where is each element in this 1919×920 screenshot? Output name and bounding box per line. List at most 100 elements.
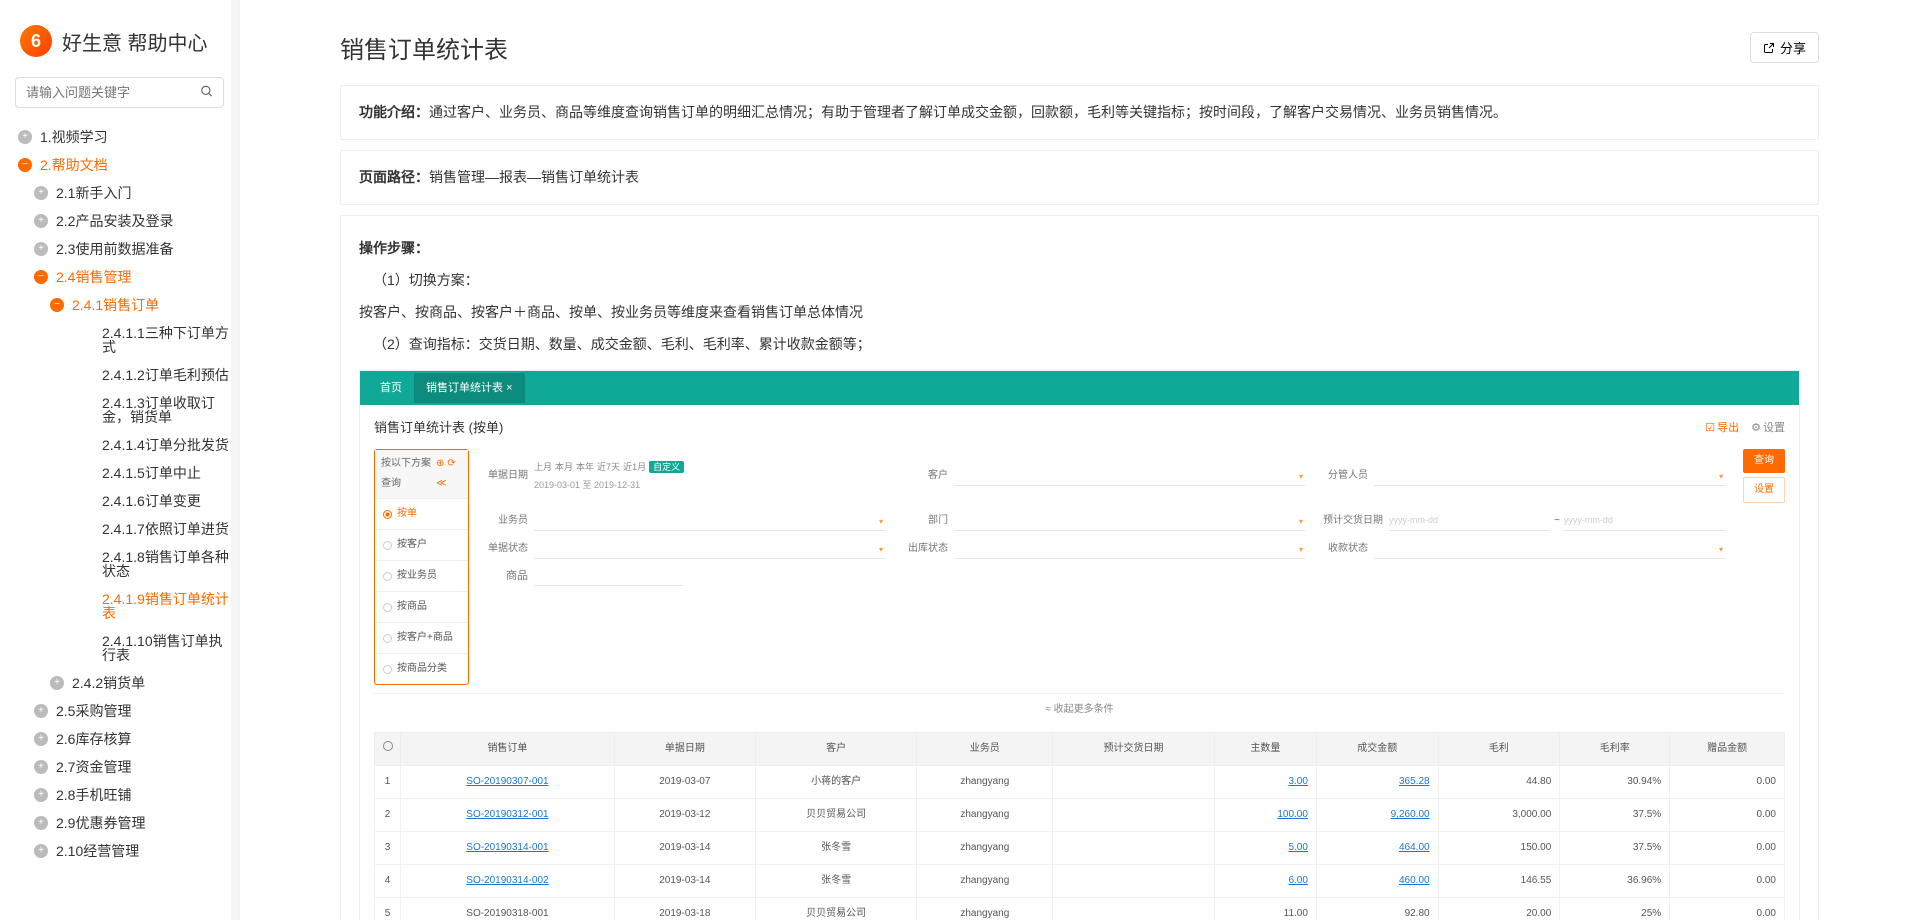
sidebar-item[interactable]: 2.4.1.7依照订单进货 <box>0 515 239 543</box>
cell[interactable]: 460.00 <box>1316 865 1438 898</box>
cell[interactable]: 365.28 <box>1316 766 1438 799</box>
gear-icon[interactable] <box>383 741 393 751</box>
sidebar-item[interactable]: +2.8手机旺铺 <box>0 781 239 809</box>
collapse-icon[interactable]: − <box>50 298 64 312</box>
column-header: 成交金额 <box>1316 733 1438 766</box>
query-button[interactable]: 查询 <box>1743 449 1785 473</box>
input-dept[interactable] <box>954 511 1305 531</box>
sidebar-item[interactable]: 2.4.1.8销售订单各种状态 <box>0 543 239 585</box>
cell[interactable]: 3.00 <box>1214 766 1316 799</box>
collapse-icon[interactable]: − <box>18 158 32 172</box>
radio-icon <box>383 603 392 612</box>
sidebar-item[interactable]: 2.4.1.3订单收取订金，销货单 <box>0 389 239 431</box>
cell: 0.00 <box>1670 799 1785 832</box>
scheme-option[interactable]: 按商品分类 <box>375 653 468 684</box>
order-link[interactable]: SO-20190314-001 <box>401 832 615 865</box>
sidebar-item[interactable]: +2.3使用前数据准备 <box>0 235 239 263</box>
column-header: 赠品金额 <box>1670 733 1785 766</box>
sidebar-item[interactable]: +2.9优惠券管理 <box>0 809 239 837</box>
close-icon[interactable]: × <box>506 382 512 394</box>
expand-icon[interactable]: + <box>34 732 48 746</box>
report-title: 销售订单统计表 (按单) <box>374 415 503 441</box>
order-link[interactable]: SO-20190307-001 <box>401 766 615 799</box>
sidebar-item[interactable]: +2.4.2销货单 <box>0 669 239 697</box>
expand-icon[interactable]: + <box>34 186 48 200</box>
search-icon[interactable] <box>200 84 214 101</box>
input-outstatus[interactable] <box>954 539 1305 559</box>
expand-icon[interactable]: + <box>34 844 48 858</box>
input-billstatus[interactable] <box>534 539 885 559</box>
sidebar-item[interactable]: +2.6库存核算 <box>0 725 239 753</box>
input-goods[interactable] <box>534 566 683 586</box>
radio-icon <box>383 541 392 550</box>
sidebar-item[interactable]: 2.4.1.5订单中止 <box>0 459 239 487</box>
cell[interactable]: 464.00 <box>1316 832 1438 865</box>
setting-button[interactable]: 设置 <box>1743 477 1785 503</box>
sidebar-item[interactable]: 2.4.1.2订单毛利预估 <box>0 361 239 389</box>
cell: 0.00 <box>1670 898 1785 920</box>
scheme-option[interactable]: 按商品 <box>375 591 468 622</box>
collapse-toggle[interactable]: ≈ 收起更多条件 <box>374 693 1785 726</box>
scheme-option[interactable]: 按客户 <box>375 529 468 560</box>
sidebar-item[interactable]: 2.4.1.4订单分批发货 <box>0 431 239 459</box>
cell: 0.00 <box>1670 832 1785 865</box>
cell[interactable]: 11.00 <box>1214 898 1316 920</box>
expand-icon[interactable]: + <box>34 760 48 774</box>
expand-icon[interactable]: + <box>50 676 64 690</box>
scheme-option[interactable]: 按客户+商品 <box>375 622 468 653</box>
step-2: （2）查询指标：交货日期、数量、成交金额、毛利、毛利率、累计收款金额等； <box>359 330 1800 358</box>
expand-icon[interactable]: + <box>34 242 48 256</box>
sidebar-item[interactable]: 2.4.1.6订单变更 <box>0 487 239 515</box>
sidebar-item[interactable]: 2.4.1.10销售订单执行表 <box>0 627 239 669</box>
sidebar-item-label: 2.4.1.5订单中止 <box>102 466 201 480</box>
cell: 37.5% <box>1560 832 1670 865</box>
sidebar-item[interactable]: 2.4.1.9销售订单统计表 <box>0 585 239 627</box>
sidebar-item[interactable]: +2.10经营管理 <box>0 837 239 865</box>
search-input[interactable] <box>15 77 224 108</box>
order-link[interactable]: SO-20190318-001 <box>401 898 615 920</box>
sidebar-item[interactable]: +2.1新手入门 <box>0 179 239 207</box>
column-header: 预计交货日期 <box>1053 733 1215 766</box>
input-date-from[interactable]: yyyy-mm-dd <box>1389 511 1550 531</box>
expand-icon[interactable]: + <box>34 788 48 802</box>
cell[interactable]: 6.00 <box>1214 865 1316 898</box>
sidebar-item[interactable]: 2.4.1.1三种下订单方式 <box>0 319 239 361</box>
input-salesman[interactable] <box>534 511 885 531</box>
input-date-to[interactable]: yyyy-mm-dd <box>1564 511 1725 531</box>
scheme-controls[interactable]: ⊕ ⟳ ≪ <box>436 454 462 494</box>
expand-icon[interactable]: + <box>34 704 48 718</box>
sidebar-item[interactable]: +2.2产品安装及登录 <box>0 207 239 235</box>
order-link[interactable]: SO-20190314-002 <box>401 865 615 898</box>
input-paystatus[interactable] <box>1374 539 1725 559</box>
search-box <box>15 77 224 108</box>
sidebar-item[interactable]: −2.4.1销售订单 <box>0 291 239 319</box>
cell <box>1053 832 1215 865</box>
input-manager[interactable] <box>1374 466 1725 486</box>
cell[interactable]: 92.80 <box>1316 898 1438 920</box>
sidebar-item[interactable]: −2.4销售管理 <box>0 263 239 291</box>
sidebar-item[interactable]: +2.7资金管理 <box>0 753 239 781</box>
table-row: 2SO-20190312-0012019-03-12贝贝贸易公司zhangyan… <box>375 799 1785 832</box>
date-quick-picker[interactable]: 上月本月本年近7天近1月自定义 2019-03-01 至 2019-12-31 <box>534 458 684 494</box>
column-header: 客户 <box>755 733 917 766</box>
order-link[interactable]: SO-20190312-001 <box>401 799 615 832</box>
sidebar-item[interactable]: +1.视频学习 <box>0 123 239 151</box>
expand-icon[interactable]: + <box>34 816 48 830</box>
expand-icon[interactable]: + <box>18 130 32 144</box>
sidebar-item[interactable]: −2.帮助文档 <box>0 151 239 179</box>
collapse-icon[interactable]: − <box>34 270 48 284</box>
cell[interactable]: 9,260.00 <box>1316 799 1438 832</box>
tab-home[interactable]: 首页 <box>368 373 414 403</box>
scheme-option[interactable]: 按业务员 <box>375 560 468 591</box>
sidebar-item[interactable]: +2.5采购管理 <box>0 697 239 725</box>
input-customer[interactable] <box>954 466 1305 486</box>
settings-button[interactable]: ⚙ 设置 <box>1751 417 1785 439</box>
share-button[interactable]: 分享 <box>1750 32 1819 63</box>
cell[interactable]: 100.00 <box>1214 799 1316 832</box>
tab-report[interactable]: 销售订单统计表 × <box>414 373 525 403</box>
scheme-option[interactable]: 按单 <box>375 498 468 529</box>
export-button[interactable]: ☑ 导出 <box>1705 417 1739 439</box>
expand-icon[interactable]: + <box>34 214 48 228</box>
cell[interactable]: 5.00 <box>1214 832 1316 865</box>
sidebar-item-label: 2.4.1.6订单变更 <box>102 494 201 508</box>
